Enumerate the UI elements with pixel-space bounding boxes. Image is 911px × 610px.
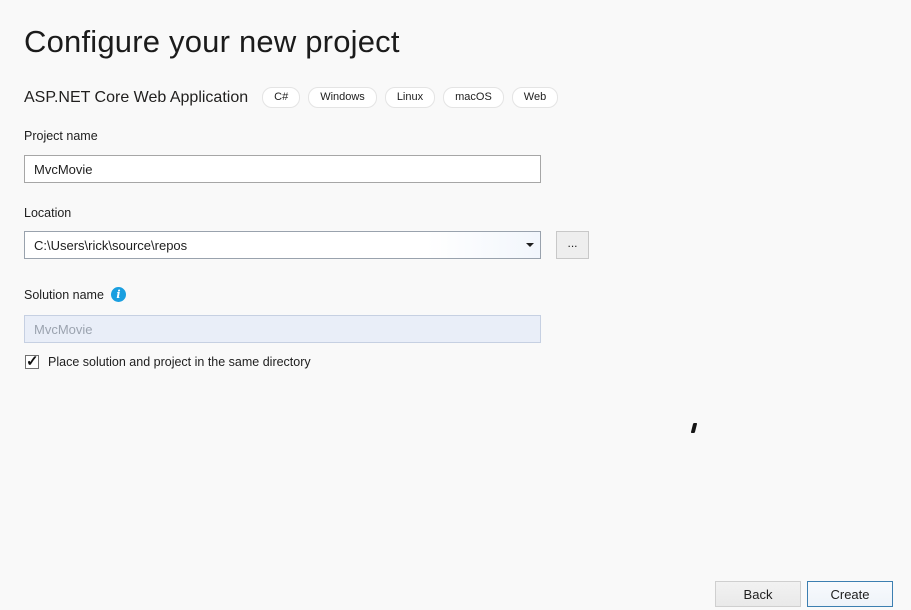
tag-pill-csharp: C# <box>262 87 300 108</box>
page-title: Configure your new project <box>24 24 400 60</box>
back-button[interactable]: Back <box>715 581 801 607</box>
info-icon[interactable]: i <box>111 287 126 302</box>
solution-name-input <box>24 315 541 343</box>
tag-list: C# Windows Linux macOS Web <box>262 87 558 108</box>
browse-button[interactable]: ... <box>556 231 589 259</box>
project-name-label: Project name <box>24 129 98 143</box>
location-dropdown-button[interactable] <box>520 232 540 258</box>
configure-project-dialog: Configure your new project ASP.NET Core … <box>0 0 911 610</box>
footer-buttons: Back Create <box>715 581 893 607</box>
same-directory-row: Place solution and project in the same d… <box>25 355 311 369</box>
solution-name-label-row: Solution name i <box>24 287 126 302</box>
same-directory-checkbox[interactable] <box>25 355 39 369</box>
create-button[interactable]: Create <box>807 581 893 607</box>
location-combobox[interactable]: C:\Users\rick\source\repos <box>24 231 541 259</box>
template-row: ASP.NET Core Web Application C# Windows … <box>24 87 558 108</box>
chevron-down-icon <box>526 243 534 247</box>
tag-pill-macos: macOS <box>443 87 504 108</box>
project-name-input[interactable] <box>24 155 541 183</box>
location-label: Location <box>24 206 71 220</box>
tag-pill-linux: Linux <box>385 87 435 108</box>
template-name: ASP.NET Core Web Application <box>24 89 248 107</box>
same-directory-label: Place solution and project in the same d… <box>48 355 311 369</box>
stray-cursor-mark <box>691 423 697 433</box>
tag-pill-web: Web <box>512 87 558 108</box>
tag-pill-windows: Windows <box>308 87 377 108</box>
solution-name-label: Solution name <box>24 288 104 302</box>
location-value: C:\Users\rick\source\repos <box>25 238 520 253</box>
